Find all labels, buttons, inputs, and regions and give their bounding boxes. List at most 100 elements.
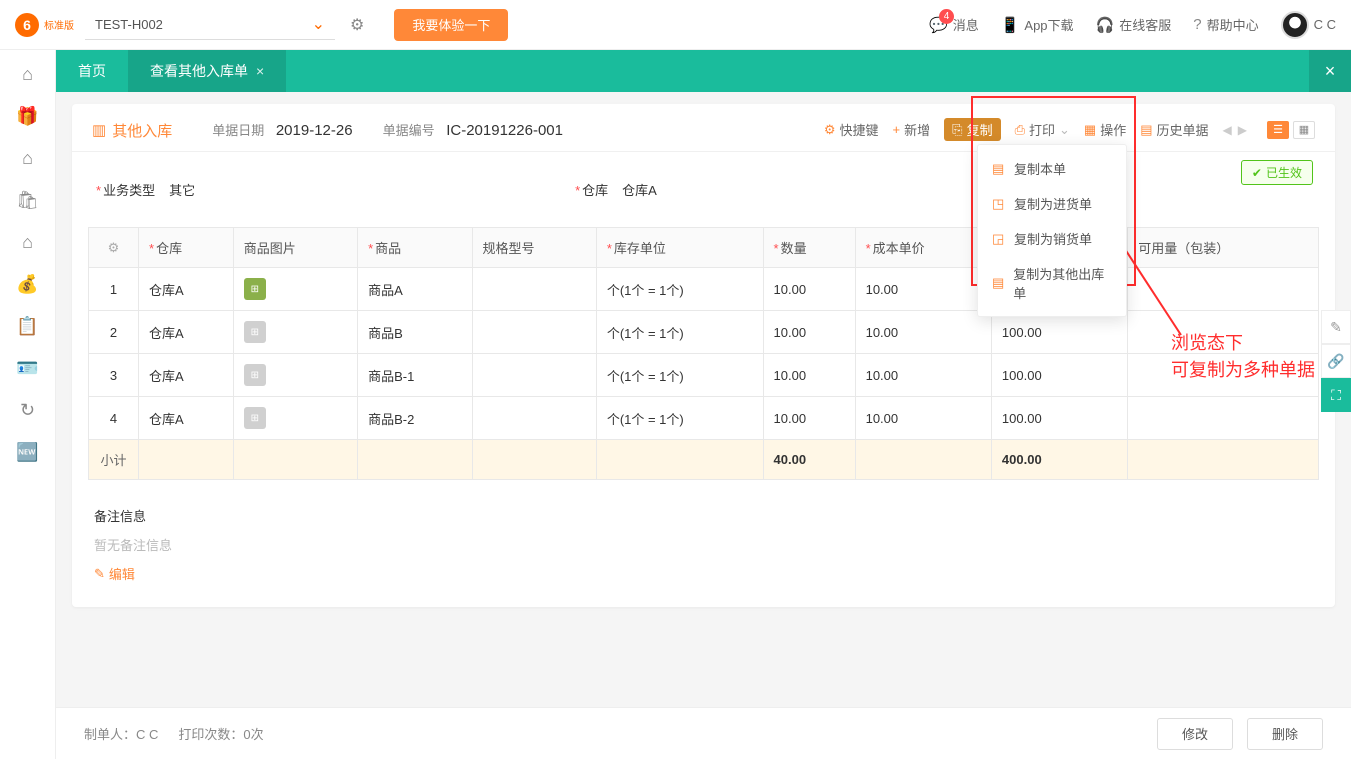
table-wrap: ⚙ *仓库 商品图片 *商品 规格型号 *库存单位 *数量 *成本单价 *成本金…: [72, 227, 1335, 500]
sidebar-id-icon[interactable]: 🪪: [16, 356, 40, 380]
view-grid-button[interactable]: ▦: [1293, 121, 1315, 139]
sidebar-money-icon[interactable]: 💰: [16, 272, 40, 296]
add-button[interactable]: +新增: [893, 120, 931, 139]
user-menu[interactable]: C C: [1281, 11, 1336, 39]
sidebar-house-icon[interactable]: ⌂: [16, 146, 40, 170]
prev-button[interactable]: ◀: [1223, 123, 1232, 137]
logo-label: 标准版: [44, 17, 74, 32]
row-amount: 100.00: [991, 354, 1127, 397]
table-row[interactable]: 1仓库A⊞商品A个(1个 = 1个)10.0010.00100.00: [89, 268, 1319, 311]
product-image-icon: ⊞: [244, 407, 266, 429]
sidebar-refresh-icon[interactable]: ↻: [16, 398, 40, 422]
modify-button[interactable]: 修改: [1157, 718, 1233, 750]
link-tool-icon[interactable]: 🔗: [1321, 344, 1351, 378]
table-row[interactable]: 4仓库A⊞商品B-2个(1个 = 1个)10.0010.00100.00: [89, 397, 1319, 440]
col-spec: 规格型号: [472, 228, 596, 268]
tab-current[interactable]: 查看其他入库单 ×: [128, 50, 286, 92]
tab-home-label: 首页: [78, 61, 106, 81]
doc-number-value: IC-20191226-001: [446, 122, 563, 139]
delete-button[interactable]: 删除: [1247, 718, 1323, 750]
copy-purchase-label: 复制为进货单: [1014, 194, 1092, 213]
nav-arrows: ◀ ▶: [1223, 123, 1247, 137]
edit-label: 编辑: [109, 564, 135, 583]
row-avail: [1128, 268, 1319, 311]
shortcut-button[interactable]: ⚙快捷键: [824, 120, 879, 139]
row-unit: 个(1个 = 1个): [596, 397, 763, 440]
logo-icon: 6: [15, 13, 39, 37]
subtotal-qty: 40.00: [763, 440, 855, 480]
table-row[interactable]: 2仓库A⊞商品B个(1个 = 1个)10.0010.00100.00: [89, 311, 1319, 354]
row-index: 4: [89, 397, 139, 440]
table-row[interactable]: 3仓库A⊞商品B-1个(1个 = 1个)10.0010.00100.00: [89, 354, 1319, 397]
subtotal-label: 小计: [89, 440, 139, 480]
col-image: 商品图片: [233, 228, 357, 268]
app-download-label: App下载: [1024, 15, 1073, 34]
row-image: ⊞: [233, 397, 357, 440]
help-center-button[interactable]: ? 帮助中心: [1193, 15, 1258, 34]
operations-label: 操作: [1100, 120, 1126, 139]
tab-home[interactable]: 首页: [56, 50, 128, 92]
help-center-label: 帮助中心: [1207, 15, 1259, 34]
col-avail: 可用量（包装）: [1128, 228, 1319, 268]
footer-bar: 制单人：C C 打印次数：0次 修改 删除: [56, 707, 1351, 759]
doc-tab[interactable]: ▥ 其他入库: [92, 120, 172, 151]
product-image-icon: ⊞: [244, 321, 266, 343]
row-spec: [472, 311, 596, 354]
trial-button[interactable]: 我要体验一下: [394, 9, 508, 41]
edit-remarks-button[interactable]: ✎ 编辑: [94, 564, 1313, 583]
sidebar-bag-icon[interactable]: 🛍: [16, 188, 40, 212]
row-price: 10.00: [855, 268, 991, 311]
document-card: ▥ 其他入库 单据日期 2019-12-26 单据编号 IC-20191226-…: [72, 104, 1335, 607]
copy-self-label: 复制本单: [1014, 159, 1066, 178]
copy-label: 复制: [967, 120, 993, 139]
sidebar-home-icon[interactable]: ⌂: [16, 62, 40, 86]
view-list-button[interactable]: ☰: [1267, 121, 1289, 139]
phone-icon: 📱: [1001, 16, 1020, 34]
col-gear[interactable]: ⚙: [89, 228, 139, 268]
avatar: [1281, 11, 1309, 39]
sidebar-gift-icon[interactable]: 🎁: [16, 104, 40, 128]
operations-button[interactable]: ▦操作: [1084, 120, 1126, 139]
header-right: 💬 消息 4 📱 App下载 🎧 在线客服 ? 帮助中心 C C: [929, 11, 1336, 39]
form-area: ✔ 已生效 *业务类型 其它 *仓库 仓库A: [72, 152, 1335, 227]
gear-icon[interactable]: ⚙: [350, 15, 364, 35]
row-avail: [1128, 397, 1319, 440]
online-service-label: 在线客服: [1119, 15, 1171, 34]
close-all-tabs-button[interactable]: ×: [1309, 50, 1351, 92]
next-button[interactable]: ▶: [1238, 123, 1247, 137]
sidebar-new-icon[interactable]: 🆕: [16, 440, 40, 464]
copy-button[interactable]: ⎘ 复制: [944, 118, 1000, 141]
app-download-button[interactable]: 📱 App下载: [1001, 15, 1074, 34]
history-icon: ▤: [1140, 122, 1152, 138]
expand-tool-icon[interactable]: ⛶: [1321, 378, 1351, 412]
print-count-info: 打印次数：0次: [178, 724, 263, 743]
copy-sales-label: 复制为销货单: [1014, 229, 1092, 248]
copy-other-out-item[interactable]: ▤复制为其他出库单: [978, 256, 1126, 310]
row-warehouse: 仓库A: [139, 397, 234, 440]
row-qty: 10.00: [763, 311, 855, 354]
online-service-button[interactable]: 🎧 在线客服: [1096, 15, 1172, 34]
warehouse-field: *仓库 仓库A: [575, 180, 657, 199]
doc-actions: ⚙快捷键 +新增 ⎘复制 ⎙打印⌄ ▦操作 ▤历史单据 ◀ ▶ ☰: [824, 118, 1315, 141]
org-selector[interactable]: TEST-H002 ⌄: [85, 10, 335, 40]
history-label: 历史单据: [1157, 120, 1209, 139]
copy-self-item[interactable]: ▤复制本单: [978, 151, 1126, 186]
col-unit: *库存单位: [596, 228, 763, 268]
inbound-icon: ◳: [992, 196, 1006, 212]
sidebar-clipboard-icon[interactable]: 📋: [16, 314, 40, 338]
row-product: 商品B-1: [358, 354, 472, 397]
sidebar-warehouse-icon[interactable]: ⌂: [16, 230, 40, 254]
print-button[interactable]: ⎙打印⌄: [1015, 120, 1070, 139]
history-button[interactable]: ▤ 历史单据: [1140, 120, 1208, 139]
close-icon[interactable]: ×: [256, 63, 264, 79]
col-warehouse: *仓库: [139, 228, 234, 268]
copy-purchase-item[interactable]: ◳ 复制为进货单: [978, 186, 1126, 221]
messages-button[interactable]: 💬 消息 4: [929, 15, 979, 34]
row-index: 3: [89, 354, 139, 397]
note-tool-icon[interactable]: ✎: [1321, 310, 1351, 344]
print-label: 打印: [1029, 120, 1055, 139]
row-price: 10.00: [855, 397, 991, 440]
copy-sales-item[interactable]: ◲复制为销货单: [978, 221, 1126, 256]
copy-icon: ⎘: [952, 122, 962, 138]
plus-icon: +: [893, 122, 901, 137]
